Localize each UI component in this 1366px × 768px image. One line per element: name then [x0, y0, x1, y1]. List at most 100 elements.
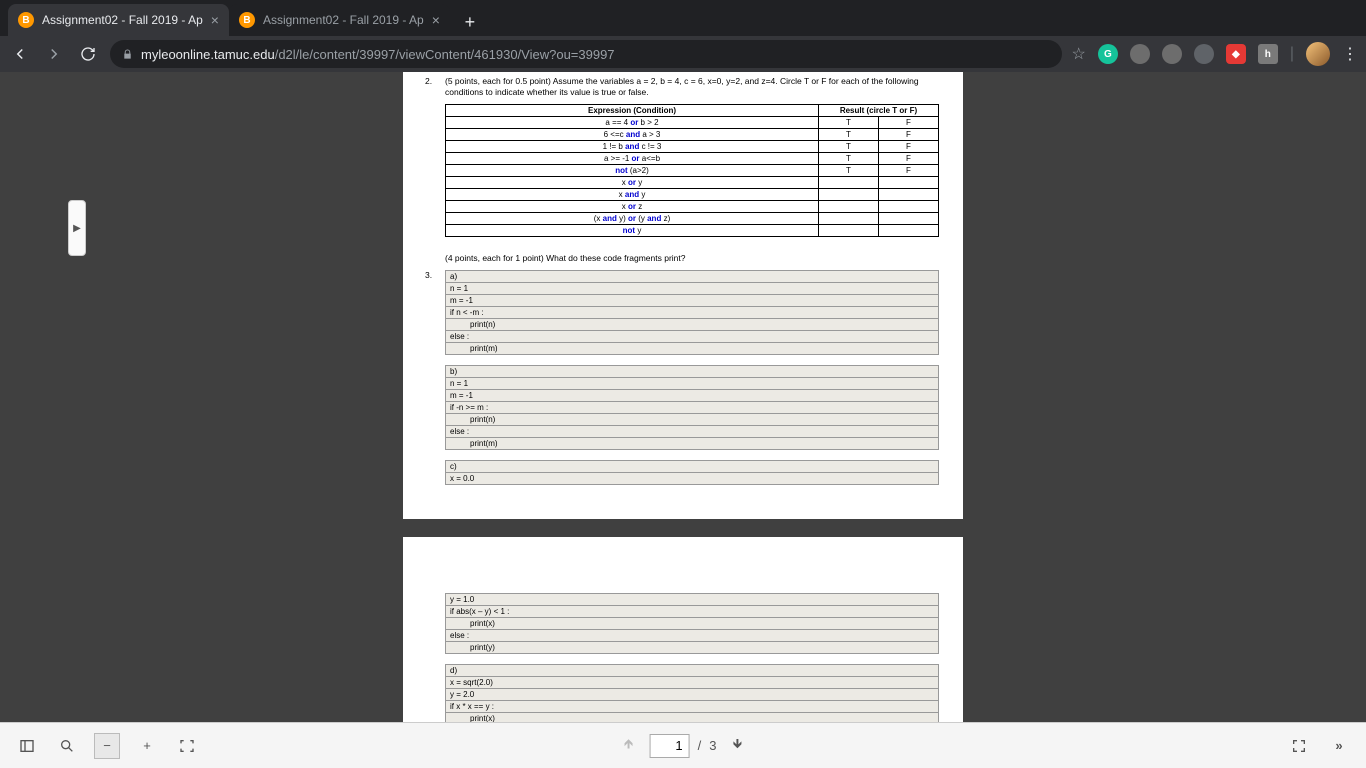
code-line: print(y) — [446, 642, 939, 654]
result-F — [879, 177, 939, 189]
toggle-sidebar-button[interactable] — [14, 733, 40, 759]
question-number: 2. — [425, 76, 432, 86]
result-F: F — [879, 129, 939, 141]
code-line: x = 0.0 — [446, 473, 939, 485]
content-viewport: ▶ 2. (5 points, each for 0.5 point) Assu… — [0, 72, 1366, 722]
pdf-toolbar: − + 🡹 / 3 🡻 » — [0, 722, 1366, 768]
code-line: print(x) — [446, 713, 939, 722]
result-T — [819, 225, 879, 237]
result-T: T — [819, 141, 879, 153]
close-icon[interactable]: × — [432, 12, 440, 28]
code-line: if x * x == y : — [446, 701, 939, 713]
result-F: F — [879, 153, 939, 165]
expression-table: Expression (Condition) Result (circle T … — [445, 104, 939, 237]
code-line: if n < -m : — [446, 307, 939, 319]
zoom-in-button[interactable]: + — [134, 733, 160, 759]
result-F: F — [879, 165, 939, 177]
expression-cell: a >= -1 or a<=b — [446, 153, 819, 165]
result-T: T — [819, 129, 879, 141]
code-line: y = 2.0 — [446, 689, 939, 701]
table-header: Expression (Condition) — [446, 105, 819, 117]
extension-icon[interactable] — [1194, 44, 1214, 64]
url-text: myleoonline.tamuc.edu/d2l/le/content/399… — [141, 47, 615, 62]
toolbar-right: ☆ G ◆ h | ⋮ — [1072, 42, 1359, 66]
avatar[interactable] — [1306, 42, 1330, 66]
code-line: print(m) — [446, 343, 939, 355]
fullscreen-button[interactable] — [1286, 733, 1312, 759]
result-F — [879, 213, 939, 225]
result-F — [879, 201, 939, 213]
pdf-page-2: y = 1.0if abs(x – y) < 1 :print(x)else :… — [403, 537, 963, 722]
expression-cell: not (a>2) — [446, 165, 819, 177]
question-prompt: (4 points, each for 1 point) What do the… — [445, 253, 939, 264]
tab-title: Assignment02 - Fall 2019 - Ap — [42, 13, 203, 27]
code-line: if abs(x – y) < 1 : — [446, 606, 939, 618]
expression-cell: 1 != b and c != 3 — [446, 141, 819, 153]
code-line: print(n) — [446, 414, 939, 426]
favicon-icon: B — [239, 12, 255, 28]
code-line: print(n) — [446, 319, 939, 331]
forward-button[interactable] — [42, 42, 66, 66]
result-T — [819, 213, 879, 225]
close-icon[interactable]: × — [211, 12, 219, 28]
browser-tab-active[interactable]: B Assignment02 - Fall 2019 - Ap × — [8, 4, 229, 36]
code-line: n = 1 — [446, 283, 939, 295]
sidebar-expand-handle[interactable]: ▶ — [68, 200, 86, 256]
code-line: m = -1 — [446, 390, 939, 402]
prev-page-button[interactable]: 🡹 — [616, 733, 642, 759]
code-block-b: b)n = 1m = -1if -n >= m :print(n)else :p… — [445, 365, 939, 450]
code-line: else : — [446, 426, 939, 438]
tab-title: Assignment02 - Fall 2019 - Ap — [263, 13, 424, 27]
code-line: x = sqrt(2.0) — [446, 677, 939, 689]
code-block-c-cont: y = 1.0if abs(x – y) < 1 :print(x)else :… — [445, 593, 939, 654]
code-line: print(x) — [446, 618, 939, 630]
result-F — [879, 225, 939, 237]
browser-toolbar: myleoonline.tamuc.edu/d2l/le/content/399… — [0, 36, 1366, 72]
new-tab-button[interactable]: + — [456, 8, 484, 36]
code-line: print(m) — [446, 438, 939, 450]
question-prompt: (5 points, each for 0.5 point) Assume th… — [445, 76, 939, 98]
code-line: else : — [446, 630, 939, 642]
code-block-a: a)n = 1m = -1if n < -m :print(n)else :pr… — [445, 270, 939, 355]
page-total: 3 — [709, 738, 716, 753]
code-line: if -n >= m : — [446, 402, 939, 414]
zoom-out-button[interactable]: − — [94, 733, 120, 759]
search-button[interactable] — [54, 733, 80, 759]
code-block-d: d)x = sqrt(2.0)y = 2.0if x * x == y :pri… — [445, 664, 939, 722]
code-block-c-start: c)x = 0.0 — [445, 460, 939, 485]
page-sep: / — [698, 738, 702, 753]
page-number-input[interactable] — [650, 734, 690, 758]
next-page-button[interactable]: 🡻 — [724, 733, 750, 759]
extension-adblock-icon[interactable]: ◆ — [1226, 44, 1246, 64]
code-line: y = 1.0 — [446, 594, 939, 606]
zoom-auto-button[interactable] — [174, 733, 200, 759]
extension-icon[interactable] — [1162, 44, 1182, 64]
result-T: T — [819, 165, 879, 177]
pdf-page-1: 2. (5 points, each for 0.5 point) Assume… — [403, 72, 963, 519]
expression-cell: x or z — [446, 201, 819, 213]
expression-cell: (x and y) or (y and z) — [446, 213, 819, 225]
expression-cell: not y — [446, 225, 819, 237]
question-number: 3. — [425, 270, 432, 280]
browser-tab-strip: B Assignment02 - Fall 2019 - Ap × B Assi… — [0, 0, 1366, 36]
reload-button[interactable] — [76, 42, 100, 66]
back-button[interactable] — [8, 42, 32, 66]
result-F: F — [879, 117, 939, 129]
browser-tab-inactive[interactable]: B Assignment02 - Fall 2019 - Ap × — [229, 4, 450, 36]
result-F: F — [879, 141, 939, 153]
code-line: n = 1 — [446, 378, 939, 390]
result-T — [819, 201, 879, 213]
result-T: T — [819, 117, 879, 129]
url-bar[interactable]: myleoonline.tamuc.edu/d2l/le/content/399… — [110, 40, 1062, 68]
expression-cell: 6 <=c and a > 3 — [446, 129, 819, 141]
extension-icon[interactable] — [1130, 44, 1150, 64]
menu-button[interactable]: ⋮ — [1342, 44, 1358, 64]
star-icon[interactable]: ☆ — [1072, 44, 1086, 64]
extension-icon[interactable]: h — [1258, 44, 1278, 64]
code-line: else : — [446, 331, 939, 343]
result-T: T — [819, 153, 879, 165]
expression-cell: x and y — [446, 189, 819, 201]
more-tools-button[interactable]: » — [1326, 733, 1352, 759]
result-T — [819, 189, 879, 201]
extension-grammarly-icon[interactable]: G — [1098, 44, 1118, 64]
